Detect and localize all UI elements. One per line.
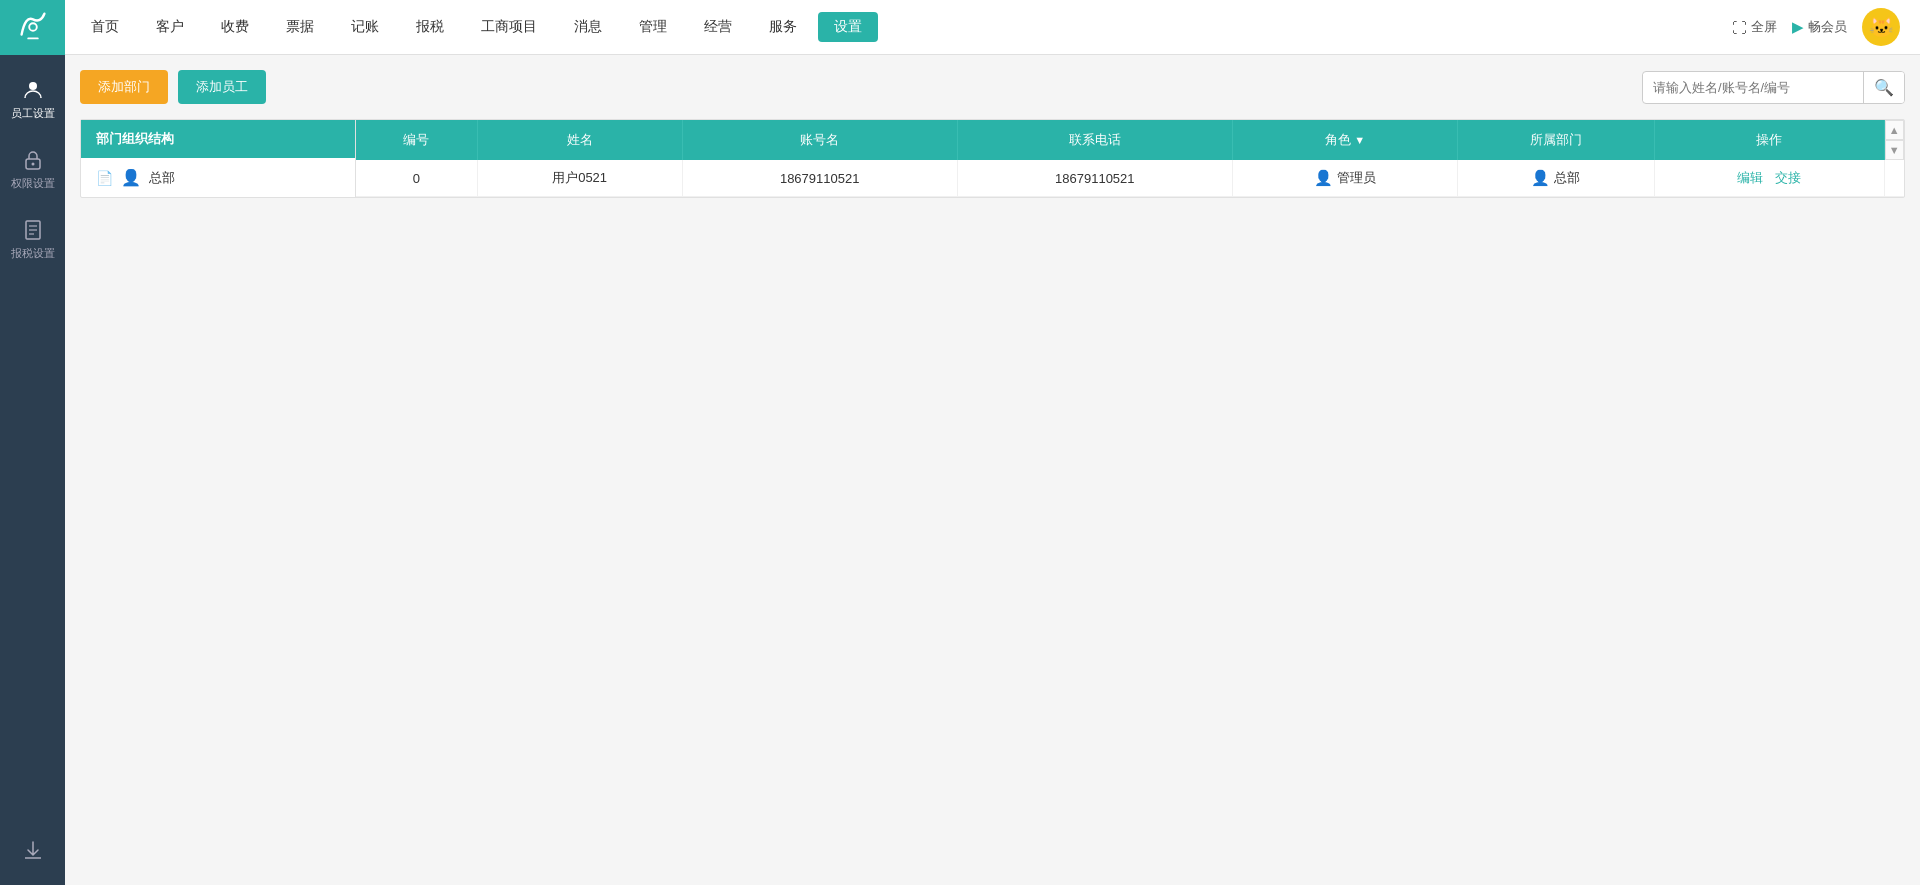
avatar[interactable]: 🐱 (1862, 8, 1900, 46)
svg-point-1 (29, 82, 37, 90)
cell-name: 用户0521 (477, 160, 682, 197)
nav-item-accounting[interactable]: 记账 (335, 12, 395, 42)
dept-badge: 👤 总部 (1531, 169, 1580, 187)
nav-right: ⛶ 全屏 ▶ 畅会员 🐱 (1732, 8, 1920, 46)
file-icon: 📄 (96, 170, 113, 186)
cell-phone: 18679110521 (957, 160, 1232, 197)
report-icon (22, 219, 44, 241)
vip-icon: ▶ (1792, 18, 1804, 36)
tree-person-icon: 👤 (121, 168, 141, 187)
role-badge: 👤 管理员 (1314, 169, 1376, 187)
download-icon (22, 839, 44, 861)
cell-id: 0 (356, 160, 477, 197)
col-header-role[interactable]: 角色 ▼ (1232, 120, 1457, 160)
nav-item-home[interactable]: 首页 (75, 12, 135, 42)
cell-account: 18679110521 (682, 160, 957, 197)
fullscreen-label: 全屏 (1751, 18, 1777, 36)
sidebar: 员工设置 权限设置 报税设置 (0, 55, 65, 885)
table-panel: 编号 姓名 账号名 联系电话 角色 ▼ 所属部门 操作 ▲ (356, 120, 1904, 197)
col-header-name: 姓名 (477, 120, 682, 160)
table-row: 0 用户0521 18679110521 18679110521 👤 管理员 (356, 160, 1904, 197)
search-input[interactable] (1643, 74, 1863, 101)
nav-item-customer[interactable]: 客户 (140, 12, 200, 42)
main-panel: 部门组织结构 📄 👤 总部 编号 姓名 账号名 联系电话 (80, 119, 1905, 198)
lock-icon (22, 149, 44, 171)
col-header-account: 账号名 (682, 120, 957, 160)
svg-point-0 (29, 23, 37, 31)
col-header-id: 编号 (356, 120, 477, 160)
sidebar-bottom (17, 825, 49, 885)
nav-item-service[interactable]: 服务 (753, 12, 813, 42)
scroll-down-button[interactable]: ▼ (1885, 140, 1905, 160)
tree-item-general[interactable]: 📄 👤 总部 (81, 158, 355, 197)
toolbar: 添加部门 添加员工 🔍 (80, 70, 1905, 104)
svg-point-3 (31, 163, 34, 166)
sidebar-label-taxsettings: 报税设置 (11, 246, 55, 261)
nav-item-operation[interactable]: 经营 (688, 12, 748, 42)
role-person-icon: 👤 (1314, 169, 1333, 187)
sidebar-label-permission: 权限设置 (11, 176, 55, 191)
nav-item-message[interactable]: 消息 (558, 12, 618, 42)
col-header-dept: 所属部门 (1458, 120, 1655, 160)
add-emp-button[interactable]: 添加员工 (178, 70, 266, 104)
content-area: 添加部门 添加员工 🔍 部门组织结构 📄 👤 总部 (65, 55, 1920, 885)
cell-scroll (1884, 160, 1904, 197)
nav-item-settings[interactable]: 设置 (818, 12, 878, 42)
tree-item-label: 总部 (149, 169, 175, 187)
search-icon: 🔍 (1874, 79, 1894, 96)
main-layout: 员工设置 权限设置 报税设置 (0, 55, 1920, 885)
cell-dept: 👤 总部 (1458, 160, 1655, 197)
search-button[interactable]: 🔍 (1863, 72, 1904, 103)
sort-icon: ▼ (1354, 134, 1365, 146)
logo-area (0, 0, 65, 55)
dept-person-icon: 👤 (1531, 169, 1550, 187)
vip-button[interactable]: ▶ 畅会员 (1792, 18, 1847, 36)
person-icon (22, 79, 44, 101)
nav-items: 首页 客户 收费 票据 记账 报税 工商项目 消息 管理 经营 服务 设置 (65, 12, 1732, 42)
logo-icon (14, 8, 52, 46)
fullscreen-button[interactable]: ⛶ 全屏 (1732, 18, 1777, 36)
col-header-action: 操作 (1654, 120, 1884, 160)
sidebar-label-employee: 员工设置 (11, 106, 55, 121)
cell-actions: 编辑 交接 (1654, 160, 1884, 197)
tree-panel: 部门组织结构 📄 👤 总部 (81, 120, 356, 197)
add-dept-button[interactable]: 添加部门 (80, 70, 168, 104)
edit-link[interactable]: 编辑 (1737, 170, 1763, 185)
search-bar: 🔍 (1642, 71, 1905, 104)
scroll-up-button[interactable]: ▲ (1885, 120, 1905, 140)
nav-item-tax[interactable]: 报税 (400, 12, 460, 42)
nav-item-fee[interactable]: 收费 (205, 12, 265, 42)
nav-item-manage[interactable]: 管理 (623, 12, 683, 42)
top-nav: 首页 客户 收费 票据 记账 报税 工商项目 消息 管理 经营 服务 设置 ⛶ … (0, 0, 1920, 55)
nav-item-business[interactable]: 工商项目 (465, 12, 553, 42)
tree-header: 部门组织结构 (81, 120, 355, 158)
fullscreen-icon: ⛶ (1732, 19, 1747, 36)
col-scroll: ▲ ▼ (1884, 120, 1904, 160)
sidebar-item-employee[interactable]: 员工设置 (0, 65, 65, 135)
employee-table: 编号 姓名 账号名 联系电话 角色 ▼ 所属部门 操作 ▲ (356, 120, 1904, 197)
sidebar-item-taxsettings[interactable]: 报税设置 (0, 205, 65, 275)
nav-item-invoice[interactable]: 票据 (270, 12, 330, 42)
sidebar-item-permission[interactable]: 权限设置 (0, 135, 65, 205)
transfer-link[interactable]: 交接 (1775, 170, 1801, 185)
col-header-phone: 联系电话 (957, 120, 1232, 160)
vip-label: 畅会员 (1808, 18, 1847, 36)
cell-role: 👤 管理员 (1232, 160, 1457, 197)
sidebar-download[interactable] (17, 825, 49, 875)
